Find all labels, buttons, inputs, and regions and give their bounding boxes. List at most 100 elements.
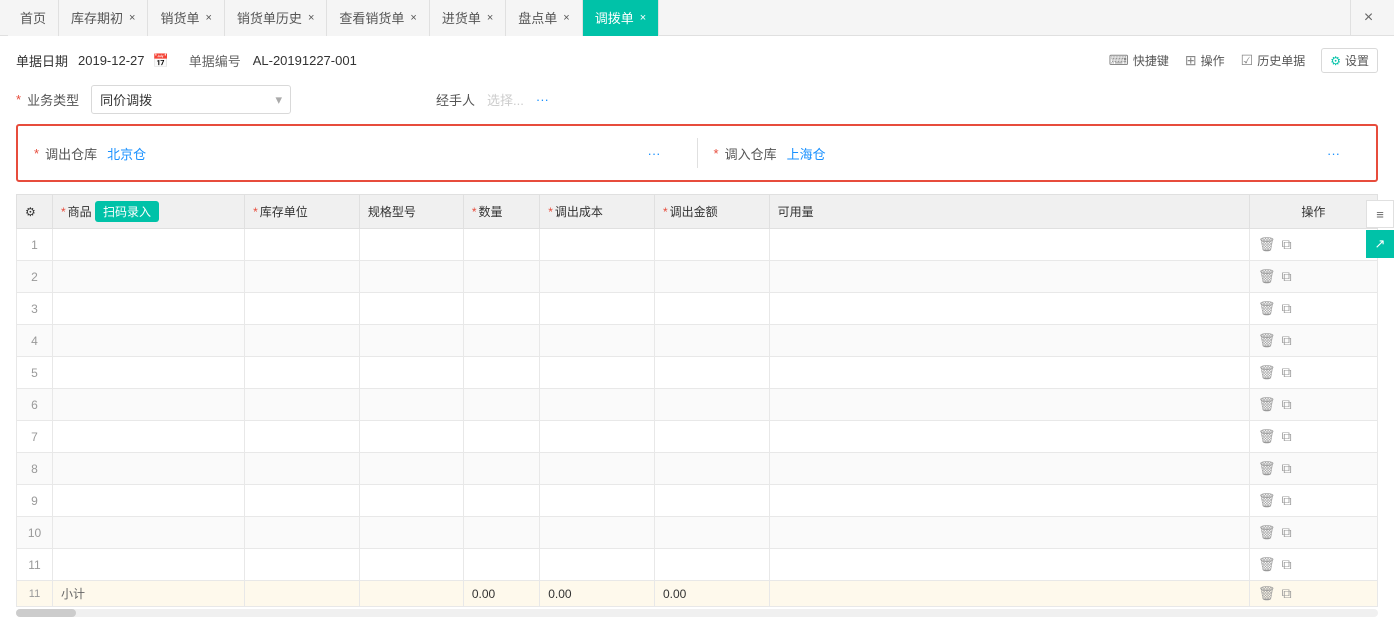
- float-list-icon[interactable]: ≡: [1366, 200, 1394, 228]
- cell-qty[interactable]: [463, 453, 539, 485]
- person-more-icon[interactable]: ···: [536, 92, 549, 107]
- cell-cost[interactable]: [540, 421, 655, 453]
- cell-unit[interactable]: [245, 453, 360, 485]
- tab-sales-history-close[interactable]: ×: [308, 12, 314, 24]
- cell-product[interactable]: [53, 421, 245, 453]
- target-warehouse-more-icon[interactable]: ···: [1327, 146, 1360, 161]
- cell-product[interactable]: [53, 261, 245, 293]
- tab-sales-history[interactable]: 销货单历史 ×: [225, 0, 327, 36]
- cell-product[interactable]: [53, 293, 245, 325]
- cell-spec[interactable]: [359, 389, 463, 421]
- delete-icon[interactable]: 🗑: [1258, 332, 1276, 349]
- cell-spec[interactable]: [359, 229, 463, 261]
- tab-view-sales-close[interactable]: ×: [410, 12, 416, 24]
- cell-unit[interactable]: [245, 389, 360, 421]
- tab-home[interactable]: 首页: [8, 0, 59, 36]
- copy-icon[interactable]: ⧉: [1282, 396, 1292, 413]
- cell-cost[interactable]: [540, 549, 655, 581]
- tab-purchase[interactable]: 进货单 ×: [430, 0, 506, 36]
- delete-icon[interactable]: 🗑: [1258, 428, 1276, 445]
- delete-icon[interactable]: 🗑: [1258, 236, 1276, 253]
- cell-unit[interactable]: [245, 549, 360, 581]
- cell-cost[interactable]: [540, 261, 655, 293]
- cell-product[interactable]: [53, 517, 245, 549]
- cell-amount[interactable]: [654, 421, 769, 453]
- operations-button[interactable]: ⊞ 操作: [1185, 52, 1225, 69]
- cell-qty[interactable]: [463, 325, 539, 357]
- cell-spec[interactable]: [359, 261, 463, 293]
- delete-icon[interactable]: 🗑: [1258, 268, 1276, 285]
- cell-product[interactable]: [53, 357, 245, 389]
- tab-inventory-init[interactable]: 库存期初 ×: [59, 0, 148, 36]
- float-external-link-icon[interactable]: ↗: [1366, 230, 1394, 258]
- target-warehouse-value[interactable]: 上海仓: [787, 144, 826, 163]
- calendar-icon[interactable]: 📅: [153, 53, 169, 69]
- cell-cost[interactable]: [540, 389, 655, 421]
- source-warehouse-value[interactable]: 北京仓: [107, 144, 146, 163]
- cell-unit[interactable]: [245, 293, 360, 325]
- cell-amount[interactable]: [654, 325, 769, 357]
- cell-qty[interactable]: [463, 261, 539, 293]
- cell-available[interactable]: [769, 229, 1249, 261]
- cell-qty[interactable]: [463, 517, 539, 549]
- tab-inventory-check[interactable]: 盘点单 ×: [506, 0, 582, 36]
- cell-unit[interactable]: [245, 357, 360, 389]
- delete-icon[interactable]: 🗑: [1258, 300, 1276, 317]
- cell-amount[interactable]: [654, 517, 769, 549]
- cell-available[interactable]: [769, 421, 1249, 453]
- cell-spec[interactable]: [359, 325, 463, 357]
- copy-icon[interactable]: ⧉: [1282, 364, 1292, 381]
- cell-cost[interactable]: [540, 453, 655, 485]
- history-button[interactable]: ☑ 历史单据: [1241, 52, 1306, 69]
- tab-view-sales[interactable]: 查看销货单 ×: [327, 0, 429, 36]
- delete-icon[interactable]: 🗑: [1258, 460, 1276, 477]
- cell-spec[interactable]: [359, 421, 463, 453]
- tab-sales-order-close[interactable]: ×: [205, 12, 211, 24]
- cell-amount[interactable]: [654, 549, 769, 581]
- copy-icon[interactable]: ⧉: [1282, 428, 1292, 445]
- cell-available[interactable]: [769, 549, 1249, 581]
- cell-qty[interactable]: [463, 357, 539, 389]
- biz-type-select[interactable]: 同价调拨 ▾: [91, 85, 291, 114]
- cell-spec[interactable]: [359, 517, 463, 549]
- cell-product[interactable]: [53, 325, 245, 357]
- footer-copy-icon[interactable]: ⧉: [1282, 585, 1292, 602]
- cell-spec[interactable]: [359, 485, 463, 517]
- cell-amount[interactable]: [654, 389, 769, 421]
- delete-icon[interactable]: 🗑: [1258, 364, 1276, 381]
- cell-spec[interactable]: [359, 357, 463, 389]
- cell-product[interactable]: [53, 389, 245, 421]
- cell-qty[interactable]: [463, 421, 539, 453]
- cell-amount[interactable]: [654, 293, 769, 325]
- cell-cost[interactable]: [540, 517, 655, 549]
- cell-amount[interactable]: [654, 485, 769, 517]
- cell-unit[interactable]: [245, 485, 360, 517]
- copy-icon[interactable]: ⧉: [1282, 236, 1292, 253]
- col-gear[interactable]: ⚙: [17, 195, 53, 229]
- cell-product[interactable]: [53, 453, 245, 485]
- cell-available[interactable]: [769, 389, 1249, 421]
- cell-amount[interactable]: [654, 357, 769, 389]
- window-close-button[interactable]: ×: [1350, 0, 1386, 36]
- copy-icon[interactable]: ⧉: [1282, 332, 1292, 349]
- cell-available[interactable]: [769, 325, 1249, 357]
- scrollbar-thumb[interactable]: [16, 609, 76, 617]
- cell-available[interactable]: [769, 293, 1249, 325]
- copy-icon[interactable]: ⧉: [1282, 556, 1292, 573]
- cell-cost[interactable]: [540, 293, 655, 325]
- tab-purchase-close[interactable]: ×: [487, 12, 493, 24]
- tab-transfer[interactable]: 调拨单 ×: [583, 0, 659, 36]
- scan-button[interactable]: 扫码录入: [95, 201, 159, 222]
- cell-qty[interactable]: [463, 229, 539, 261]
- cell-available[interactable]: [769, 517, 1249, 549]
- settings-button[interactable]: ⚙ 设置: [1321, 48, 1378, 73]
- delete-icon[interactable]: 🗑: [1258, 524, 1276, 541]
- copy-icon[interactable]: ⧉: [1282, 460, 1292, 477]
- cell-unit[interactable]: [245, 325, 360, 357]
- cell-qty[interactable]: [463, 549, 539, 581]
- cell-qty[interactable]: [463, 293, 539, 325]
- source-warehouse-more-icon[interactable]: ···: [648, 146, 681, 161]
- cell-unit[interactable]: [245, 517, 360, 549]
- cell-spec[interactable]: [359, 453, 463, 485]
- copy-icon[interactable]: ⧉: [1282, 524, 1292, 541]
